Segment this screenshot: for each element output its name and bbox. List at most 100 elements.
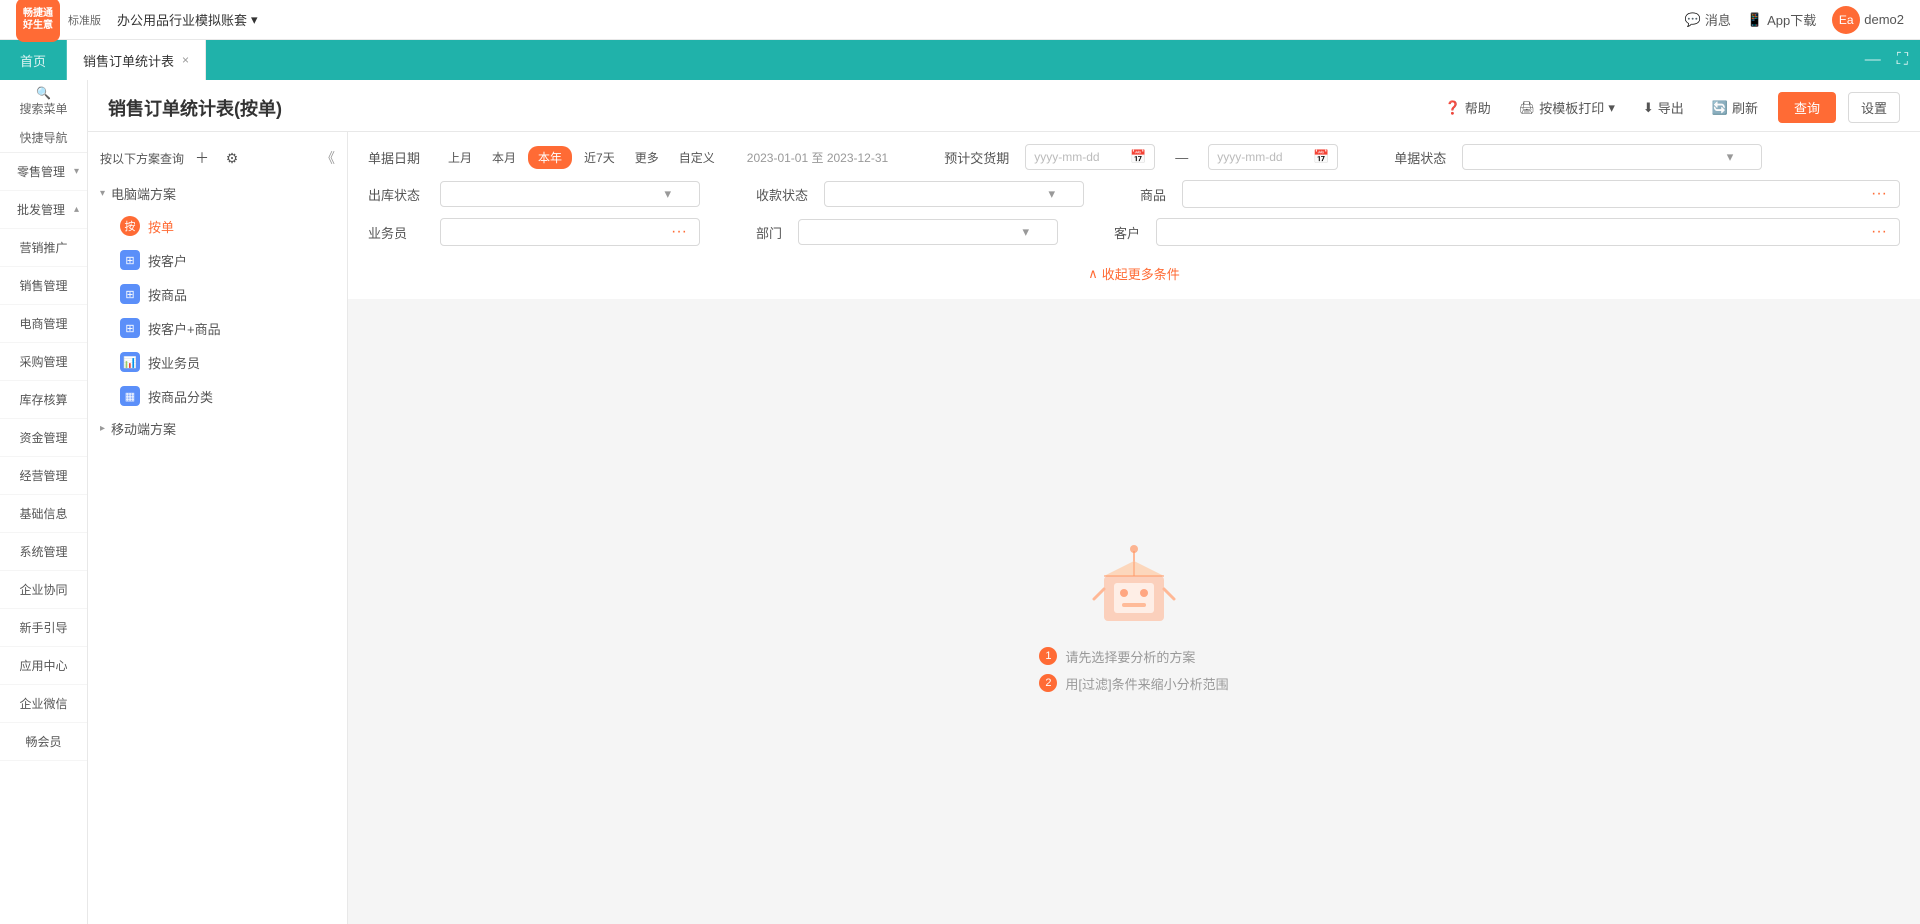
- print-dropdown-icon: ▾: [1608, 100, 1615, 116]
- add-scheme-button[interactable]: ＋: [190, 146, 214, 170]
- sidebar-item-cooperation[interactable]: 企业协同: [0, 571, 87, 609]
- expected-date-start-placeholder: yyyy-mm-dd: [1034, 150, 1099, 164]
- message-button[interactable]: 💬 消息: [1685, 10, 1731, 29]
- collapse-label: 收起更多条件: [1102, 264, 1180, 283]
- sidebar-item-basic-info[interactable]: 基础信息: [0, 495, 87, 533]
- sidebar-item-basic-info-label: 基础信息: [8, 505, 79, 522]
- delivery-status-select[interactable]: ▾: [440, 181, 700, 207]
- department-select[interactable]: ▾: [798, 219, 1058, 245]
- scheme-icon-customer-product: ⊞: [120, 318, 140, 338]
- expected-date-end[interactable]: yyyy-mm-dd 📅: [1208, 144, 1338, 170]
- empty-hints: 1 请先选择要分析的方案 2 用[过滤]条件来缩小分析范围: [1039, 647, 1228, 693]
- app-download-label: App下载: [1767, 10, 1816, 29]
- pc-scheme-parent[interactable]: ▾ 电脑端方案: [88, 178, 347, 209]
- sidebar-item-finance[interactable]: 资金管理: [0, 419, 87, 457]
- sidebar-search[interactable]: 🔍 搜索菜单: [0, 80, 87, 123]
- sidebar-item-purchase-label: 采购管理: [8, 353, 79, 370]
- tree-expand-icon: ▾: [100, 188, 105, 199]
- sidebar-item-wechat[interactable]: 企业微信: [0, 685, 87, 723]
- scheme-label-customer-product: 按客户+商品: [148, 319, 221, 338]
- customer-label: 客户: [1114, 223, 1140, 242]
- refresh-icon: 🔄: [1712, 100, 1728, 116]
- app-name: 办公用品行业模拟账套: [117, 10, 247, 29]
- main-layout: 🔍 搜索菜单 快捷导航 零售管理 ▾ 批发管理 ▴ 营销推广 销售管理 电商管理…: [0, 80, 1920, 924]
- scheme-by-customer-product[interactable]: ⊞ 按客户+商品: [88, 311, 347, 345]
- sidebar-item-tutorial[interactable]: 新手引导: [0, 609, 87, 647]
- scheme-by-salesperson[interactable]: 📊 按业务员: [88, 345, 347, 379]
- split-layout: 按以下方案查询 ＋ ⚙ 《 ▾ 电脑端方案 按 按单 ⊞: [88, 132, 1920, 924]
- app-download-button[interactable]: 📱 App下载: [1747, 10, 1816, 29]
- customer-select[interactable]: ···: [1156, 218, 1900, 246]
- date-btn-custom[interactable]: 自定义: [671, 146, 723, 169]
- date-btn-7days[interactable]: 近7天: [576, 146, 623, 169]
- mobile-scheme-section: ▸ 移动端方案: [88, 413, 347, 444]
- tab-active-label: 销售订单统计表: [83, 51, 174, 70]
- sidebar-item-marketing[interactable]: 营销推广: [0, 229, 87, 267]
- settings-scheme-button[interactable]: ⚙: [220, 146, 244, 170]
- sidebar-item-ecommerce[interactable]: 电商管理: [0, 305, 87, 343]
- tab-home[interactable]: 首页: [0, 40, 67, 80]
- sidebar-item-wholesale[interactable]: 批发管理 ▴: [0, 191, 87, 229]
- scheme-by-customer[interactable]: ⊞ 按客户: [88, 243, 347, 277]
- date-btn-this-year[interactable]: 本年: [528, 146, 572, 169]
- payment-status-select[interactable]: ▾: [824, 181, 1084, 207]
- expected-date-start[interactable]: yyyy-mm-dd 📅: [1025, 144, 1155, 170]
- department-dropdown-icon: ▾: [1022, 224, 1029, 240]
- scheme-label-salesperson: 按业务员: [148, 353, 200, 372]
- panel-toolbar: 按以下方案查询 ＋ ⚙ 《: [88, 142, 347, 178]
- sidebar-item-wholesale-label: 批发管理: [8, 201, 74, 218]
- sidebar-item-inventory[interactable]: 库存核算: [0, 381, 87, 419]
- message-icon: 💬: [1685, 12, 1701, 28]
- topbar: 畅捷通好生意 标准版 办公用品行业模拟账套 ▾ 💬 消息 📱 App下载 Ea …: [0, 0, 1920, 40]
- delivery-dropdown-icon: ▾: [664, 186, 671, 202]
- export-button[interactable]: ⬇ 导出: [1635, 94, 1692, 121]
- collapse-button[interactable]: ∧ 收起更多条件: [368, 256, 1900, 287]
- sidebar-item-app-center[interactable]: 应用中心: [0, 647, 87, 685]
- doc-status-label: 单据状态: [1394, 148, 1446, 167]
- scheme-label-order: 按单: [148, 217, 174, 236]
- product-select[interactable]: ···: [1182, 180, 1900, 208]
- sidebar-item-operations-label: 经营管理: [8, 467, 79, 484]
- scheme-by-product-category[interactable]: ▦ 按商品分类: [88, 379, 347, 413]
- scheme-label-customer: 按客户: [148, 251, 187, 270]
- date-btn-this-month[interactable]: 本月: [484, 146, 524, 169]
- sidebar-item-system[interactable]: 系统管理: [0, 533, 87, 571]
- help-label: 帮助: [1465, 98, 1491, 117]
- mobile-scheme-parent[interactable]: ▸ 移动端方案: [88, 413, 347, 444]
- settings-button[interactable]: 设置: [1848, 92, 1900, 123]
- customer-more-icon: ···: [1867, 223, 1891, 241]
- doc-status-select[interactable]: ▾: [1462, 144, 1762, 170]
- sidebar-item-finance-label: 资金管理: [8, 429, 79, 446]
- date-btn-last-month[interactable]: 上月: [440, 146, 480, 169]
- help-button[interactable]: ❓ 帮助: [1437, 94, 1499, 121]
- scheme-by-product[interactable]: ⊞ 按商品: [88, 277, 347, 311]
- page-header: 销售订单统计表(按单) ❓ 帮助 🖨 按模板打印 ▾ ⬇ 导出 🔄 刷新: [88, 80, 1920, 132]
- tab-sales-order-stats[interactable]: 销售订单统计表 ×: [67, 40, 206, 80]
- salesperson-select[interactable]: ···: [440, 218, 700, 246]
- chevron-icon: ▾: [74, 166, 79, 177]
- date-range-text: 2023-01-01 至 2023-12-31: [747, 149, 888, 166]
- chevron-down-icon: ▾: [251, 12, 258, 28]
- sidebar-item-member-label: 畅会员: [8, 733, 79, 750]
- panel-collapse-button[interactable]: 《: [321, 148, 335, 168]
- sidebar-item-sales[interactable]: 销售管理: [0, 267, 87, 305]
- tab-minimize-icon[interactable]: —: [1861, 51, 1885, 69]
- user-profile[interactable]: Ea demo2: [1832, 6, 1904, 34]
- empty-state: 1 请先选择要分析的方案 2 用[过滤]条件来缩小分析范围: [348, 299, 1920, 924]
- tab-close-icon[interactable]: ×: [182, 53, 189, 67]
- print-button[interactable]: 🖨 按模板打印 ▾: [1511, 94, 1623, 121]
- tab-expand-icon[interactable]: ⛶: [1893, 51, 1912, 69]
- refresh-button[interactable]: 🔄 刷新: [1704, 94, 1766, 121]
- sidebar-quick-nav[interactable]: 快捷导航: [0, 123, 87, 153]
- scheme-label-product: 按商品: [148, 285, 187, 304]
- date-btn-more[interactable]: 更多: [627, 146, 667, 169]
- sidebar-item-purchase[interactable]: 采购管理: [0, 343, 87, 381]
- sidebar-item-operations[interactable]: 经营管理: [0, 457, 87, 495]
- sidebar-item-member[interactable]: 畅会员: [0, 723, 87, 761]
- scheme-by-order[interactable]: 按 按单: [88, 209, 347, 243]
- app-selector[interactable]: 办公用品行业模拟账套 ▾: [109, 10, 266, 29]
- scheme-icon-customer: ⊞: [120, 250, 140, 270]
- payment-dropdown-icon: ▾: [1048, 186, 1055, 202]
- sidebar-item-retail[interactable]: 零售管理 ▾: [0, 153, 87, 191]
- query-button[interactable]: 查询: [1778, 92, 1836, 123]
